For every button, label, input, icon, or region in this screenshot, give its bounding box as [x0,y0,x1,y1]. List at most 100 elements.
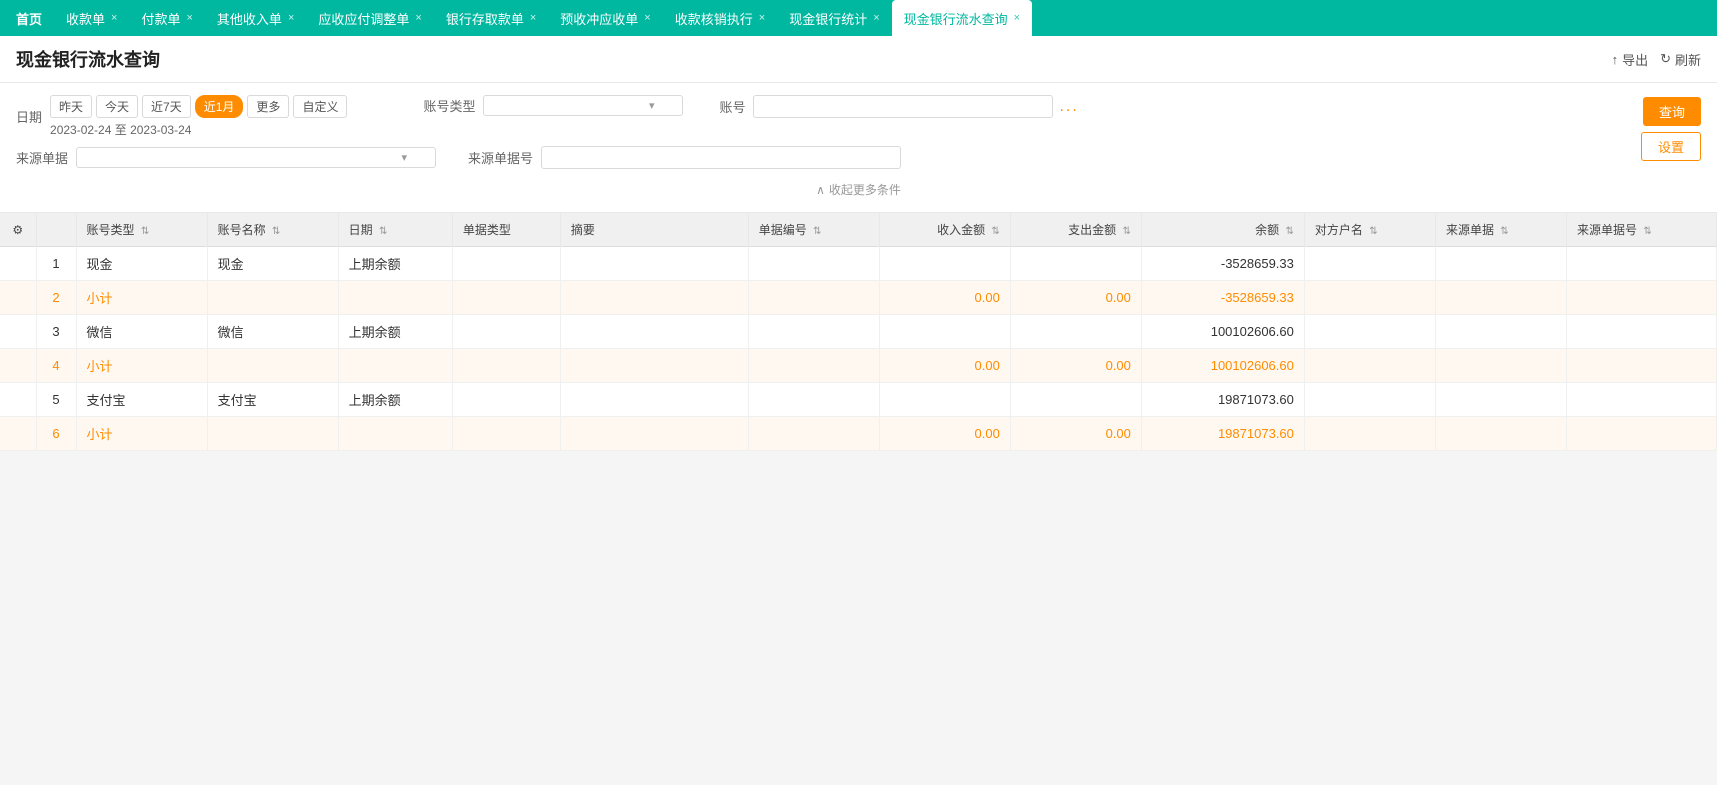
td-row-action [0,281,36,315]
td-source-doc-no [1567,281,1717,315]
account-label: 账号 [719,97,745,116]
nav-home[interactable]: 首页 [4,0,54,36]
td-income [879,247,1010,281]
td-doc-type [452,247,560,281]
close-icon[interactable]: × [111,12,117,24]
td-account-name: 现金 [207,247,338,281]
collapse-icon: ∧ [816,183,825,197]
th-counter-party[interactable]: 对方户名 ⇅ [1304,213,1435,247]
td-expense: 0.00 [1010,349,1141,383]
td-source-doc [1435,247,1566,281]
nav-tab-shoukuan-hexiao[interactable]: 收款核销执行 × [663,0,777,36]
sort-icon: ⇅ [1285,226,1293,237]
th-balance[interactable]: 余额 ⇅ [1141,213,1304,247]
th-summary: 摘要 [560,213,748,247]
date-today[interactable]: 今天 [96,95,138,118]
td-row-index: 5 [36,383,76,417]
nav-tab-shoukuandan[interactable]: 收款单 × [54,0,129,36]
more-options-button[interactable]: ... [1059,98,1078,116]
td-account-type: 小计 [76,349,207,383]
date-label: 日期 [16,107,42,126]
nav-tab-xianjin-liushui[interactable]: 现金银行流水查询 × [892,0,1032,36]
date-1month[interactable]: 近1月 [195,95,244,118]
date-7days[interactable]: 近7天 [142,95,191,118]
date-range-display: 2023-02-24 至 2023-03-24 [50,121,347,138]
source-doc-no-input[interactable] [541,146,901,169]
td-expense: 0.00 [1010,281,1141,315]
th-income[interactable]: 收入金额 ⇅ [879,213,1010,247]
close-icon[interactable]: × [530,12,536,24]
td-date: 上期余额 [338,247,452,281]
th-settings[interactable]: ⚙ [0,213,36,247]
export-button[interactable]: ↑ 导出 [1612,50,1649,69]
td-source-doc [1435,349,1566,383]
date-more[interactable]: 更多 [247,95,289,118]
nav-tab-yinhang[interactable]: 银行存取款单 × [434,0,548,36]
close-icon[interactable]: × [759,12,765,24]
td-expense: 0.00 [1010,417,1141,451]
table-container: ⚙ 账号类型 ⇅ 账号名称 ⇅ 日期 ⇅ [0,213,1717,451]
main-content: ⚙ 账号类型 ⇅ 账号名称 ⇅ 日期 ⇅ [0,213,1717,451]
sort-icon: ⇅ [1122,226,1130,237]
close-icon[interactable]: × [873,12,879,24]
nav-tab-yushou[interactable]: 预收冲应收单 × [548,0,662,36]
td-doc-type [452,315,560,349]
source-doc-filter-group: 来源单据 ▾ [16,147,436,168]
nav-tab-xianjin-tongji[interactable]: 现金银行统计 × [777,0,891,36]
th-source-doc[interactable]: 来源单据 ⇅ [1435,213,1566,247]
td-counter-party [1304,315,1435,349]
td-source-doc-no [1567,383,1717,417]
td-account-type: 支付宝 [76,383,207,417]
sort-icon: ⇅ [1643,226,1651,237]
account-type-label: 账号类型 [423,96,475,115]
source-doc-select[interactable]: ▾ [76,147,436,168]
td-source-doc-no [1567,349,1717,383]
td-summary [560,315,748,349]
date-custom[interactable]: 自定义 [293,95,347,118]
close-icon[interactable]: × [1014,12,1020,24]
td-income [879,383,1010,417]
table-body: 1现金现金上期余额-3528659.332小计0.000.00-3528659.… [0,247,1717,451]
td-account-name [207,281,338,315]
td-income [879,315,1010,349]
td-counter-party [1304,281,1435,315]
page-title: 现金银行流水查询 [16,46,160,72]
nav-tab-fukuandan[interactable]: 付款单 × [129,0,204,36]
sort-icon: ⇅ [1500,226,1508,237]
td-row-index: 1 [36,247,76,281]
th-account-type[interactable]: 账号类型 ⇅ [76,213,207,247]
chevron-down-icon: ▾ [401,151,407,164]
refresh-button[interactable]: ↻ 刷新 [1660,50,1701,69]
close-icon[interactable]: × [288,12,294,24]
td-income: 0.00 [879,281,1010,315]
date-yesterday[interactable]: 昨天 [50,95,92,118]
close-icon[interactable]: × [186,12,192,24]
th-doc-no[interactable]: 单据编号 ⇅ [748,213,879,247]
account-type-select[interactable]: ▾ [483,95,683,116]
refresh-icon: ↻ [1660,51,1671,67]
td-expense [1010,383,1141,417]
close-icon[interactable]: × [644,12,650,24]
td-account-name: 支付宝 [207,383,338,417]
th-source-doc-no[interactable]: 来源单据号 ⇅ [1567,213,1717,247]
th-date[interactable]: 日期 ⇅ [338,213,452,247]
nav-tab-yingshou[interactable]: 应收应付调整单 × [306,0,433,36]
sort-icon: ⇅ [272,226,280,237]
collapse-button[interactable]: ∧ 收起更多条件 [816,181,901,198]
td-row-action [0,383,36,417]
close-icon[interactable]: × [415,12,421,24]
td-date [338,417,452,451]
query-button[interactable]: 查询 [1643,97,1701,126]
td-income: 0.00 [879,417,1010,451]
source-doc-no-filter-group: 来源单据号 [468,146,901,169]
nav-tab-qitashoururd[interactable]: 其他收入单 × [205,0,306,36]
th-account-name[interactable]: 账号名称 ⇅ [207,213,338,247]
table-row: 3微信微信上期余额100102606.60 [0,315,1717,349]
account-input[interactable] [753,95,1053,118]
td-balance: 19871073.60 [1141,383,1304,417]
td-account-name: 微信 [207,315,338,349]
data-table: ⚙ 账号类型 ⇅ 账号名称 ⇅ 日期 ⇅ [0,213,1717,451]
settings-button[interactable]: 设置 [1641,132,1701,161]
td-summary [560,383,748,417]
th-expense[interactable]: 支出金额 ⇅ [1010,213,1141,247]
